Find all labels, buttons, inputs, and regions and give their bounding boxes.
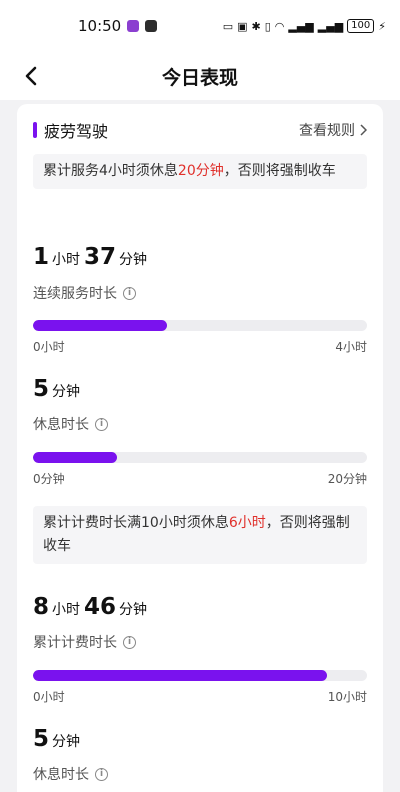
scale-max: 10小时 bbox=[327, 690, 367, 704]
continuous-service-scale: 0小时 4小时 bbox=[33, 338, 367, 355]
vibrate-icon: ▯ bbox=[264, 19, 271, 33]
billing-rule-notice: 累计计费时长满10小时须休息6小时，否则将强制收车 bbox=[33, 506, 367, 564]
billing-hours: 8 bbox=[33, 594, 50, 620]
service-notice-before: 累计服务4小时须休息 bbox=[43, 163, 178, 179]
page-title: 今日表现 bbox=[161, 66, 238, 89]
service-rest-minutes: 5 bbox=[33, 376, 50, 402]
cumulative-billing-progress-fill bbox=[33, 670, 327, 681]
section-title: 疲劳驾驶 bbox=[33, 118, 108, 142]
nfc-icon: ▣ bbox=[237, 19, 248, 33]
status-left: 10:50 bbox=[78, 17, 158, 35]
scale-max: 20分钟 bbox=[327, 472, 367, 486]
scale-min: 0小时 bbox=[33, 690, 65, 704]
view-rules-text: 查看规则 bbox=[299, 123, 355, 139]
info-icon[interactable]: i bbox=[123, 635, 136, 649]
signal-4g-icon: ▂▄▆ bbox=[317, 19, 344, 33]
billing-notice-highlight: 6小时 bbox=[228, 515, 266, 531]
gallery-notification-icon bbox=[145, 20, 158, 32]
continuous-service-progress bbox=[33, 320, 367, 331]
billing-rest-value: 5 分钟 bbox=[33, 726, 84, 752]
continuous-hours-unit: 小时 bbox=[52, 252, 81, 268]
bluetooth-icon: ✱ bbox=[251, 19, 261, 33]
scale-max: 4小时 bbox=[335, 340, 367, 354]
service-rest-scale: 0分钟 20分钟 bbox=[33, 470, 367, 487]
info-icon[interactable]: i bbox=[123, 286, 136, 300]
cast-icon: ▭ bbox=[222, 19, 234, 33]
service-rest-progress bbox=[33, 452, 367, 463]
continuous-service-label-text: 连续服务时长 bbox=[33, 286, 117, 302]
cumulative-billing-value: 8 小时 46 分钟 bbox=[33, 594, 151, 620]
fatigue-driving-card: 疲劳驾驶 查看规则 累计服务4小时须休息20分钟，否则将强制收车 1 小时 37… bbox=[17, 104, 383, 792]
service-rest-value: 5 分钟 bbox=[33, 376, 84, 402]
cumulative-billing-scale: 0小时 10小时 bbox=[33, 688, 367, 705]
cumulative-billing-label: 累计计费时长 i bbox=[33, 632, 136, 652]
scale-min: 0小时 bbox=[33, 340, 65, 354]
service-rest-progress-fill bbox=[33, 452, 117, 463]
back-button[interactable] bbox=[20, 64, 42, 88]
continuous-minutes: 37 bbox=[84, 244, 117, 270]
continuous-service-label: 连续服务时长 i bbox=[33, 283, 136, 303]
chevron-left-icon bbox=[25, 66, 37, 86]
info-icon[interactable]: i bbox=[95, 417, 108, 431]
continuous-service-value: 1 小时 37 分钟 bbox=[33, 244, 151, 270]
signal-5g-icon: ▂▄▆ bbox=[288, 19, 314, 33]
continuous-service-progress-fill bbox=[33, 320, 167, 331]
service-rest-label-text: 休息时长 bbox=[33, 417, 89, 433]
billing-rest-minutes-unit: 分钟 bbox=[52, 734, 81, 750]
status-bar: 10:50 ▭ ▣ ✱ ▯ ◠ ▂▄▆ ▂▄▆ 100 ⚡ bbox=[0, 0, 400, 52]
service-notice-after: ，否则将强制收车 bbox=[223, 163, 336, 179]
service-rule-notice: 累计服务4小时须休息20分钟，否则将强制收车 bbox=[33, 154, 367, 189]
chevron-right-icon bbox=[360, 124, 367, 136]
nav-header: 今日表现 bbox=[0, 52, 400, 100]
status-icons: ▭ ▣ ✱ ▯ ◠ ▂▄▆ ▂▄▆ 100 ⚡ bbox=[223, 19, 386, 33]
charging-icon: ⚡ bbox=[378, 19, 386, 33]
service-notice-highlight: 20分钟 bbox=[177, 163, 224, 179]
continuous-minutes-unit: 分钟 bbox=[119, 252, 148, 268]
view-rules-link[interactable]: 查看规则 bbox=[299, 120, 367, 140]
section-header: 疲劳驾驶 查看规则 bbox=[33, 118, 367, 142]
billing-notice-before: 累计计费时长满10小时须休息 bbox=[43, 515, 229, 531]
info-icon[interactable]: i bbox=[95, 767, 108, 781]
service-rest-label: 休息时长 i bbox=[33, 414, 108, 434]
billing-rest-minutes: 5 bbox=[33, 726, 50, 752]
continuous-hours: 1 bbox=[33, 244, 50, 270]
app-notification-icon bbox=[127, 20, 140, 32]
section-title-text: 疲劳驾驶 bbox=[44, 122, 109, 141]
service-rest-minutes-unit: 分钟 bbox=[52, 384, 81, 400]
billing-rest-label-text: 休息时长 bbox=[33, 767, 89, 783]
scale-min: 0分钟 bbox=[33, 472, 65, 486]
battery-icon: 100 bbox=[347, 19, 375, 33]
billing-hours-unit: 小时 bbox=[52, 602, 81, 618]
billing-minutes: 46 bbox=[84, 594, 117, 620]
wifi-icon: ◠ bbox=[274, 19, 285, 33]
billing-rest-label: 休息时长 i bbox=[33, 764, 108, 784]
billing-minutes-unit: 分钟 bbox=[119, 602, 148, 618]
accent-bar bbox=[33, 122, 37, 138]
cumulative-billing-progress bbox=[33, 670, 367, 681]
status-time: 10:50 bbox=[78, 17, 122, 35]
cumulative-billing-label-text: 累计计费时长 bbox=[33, 635, 117, 651]
